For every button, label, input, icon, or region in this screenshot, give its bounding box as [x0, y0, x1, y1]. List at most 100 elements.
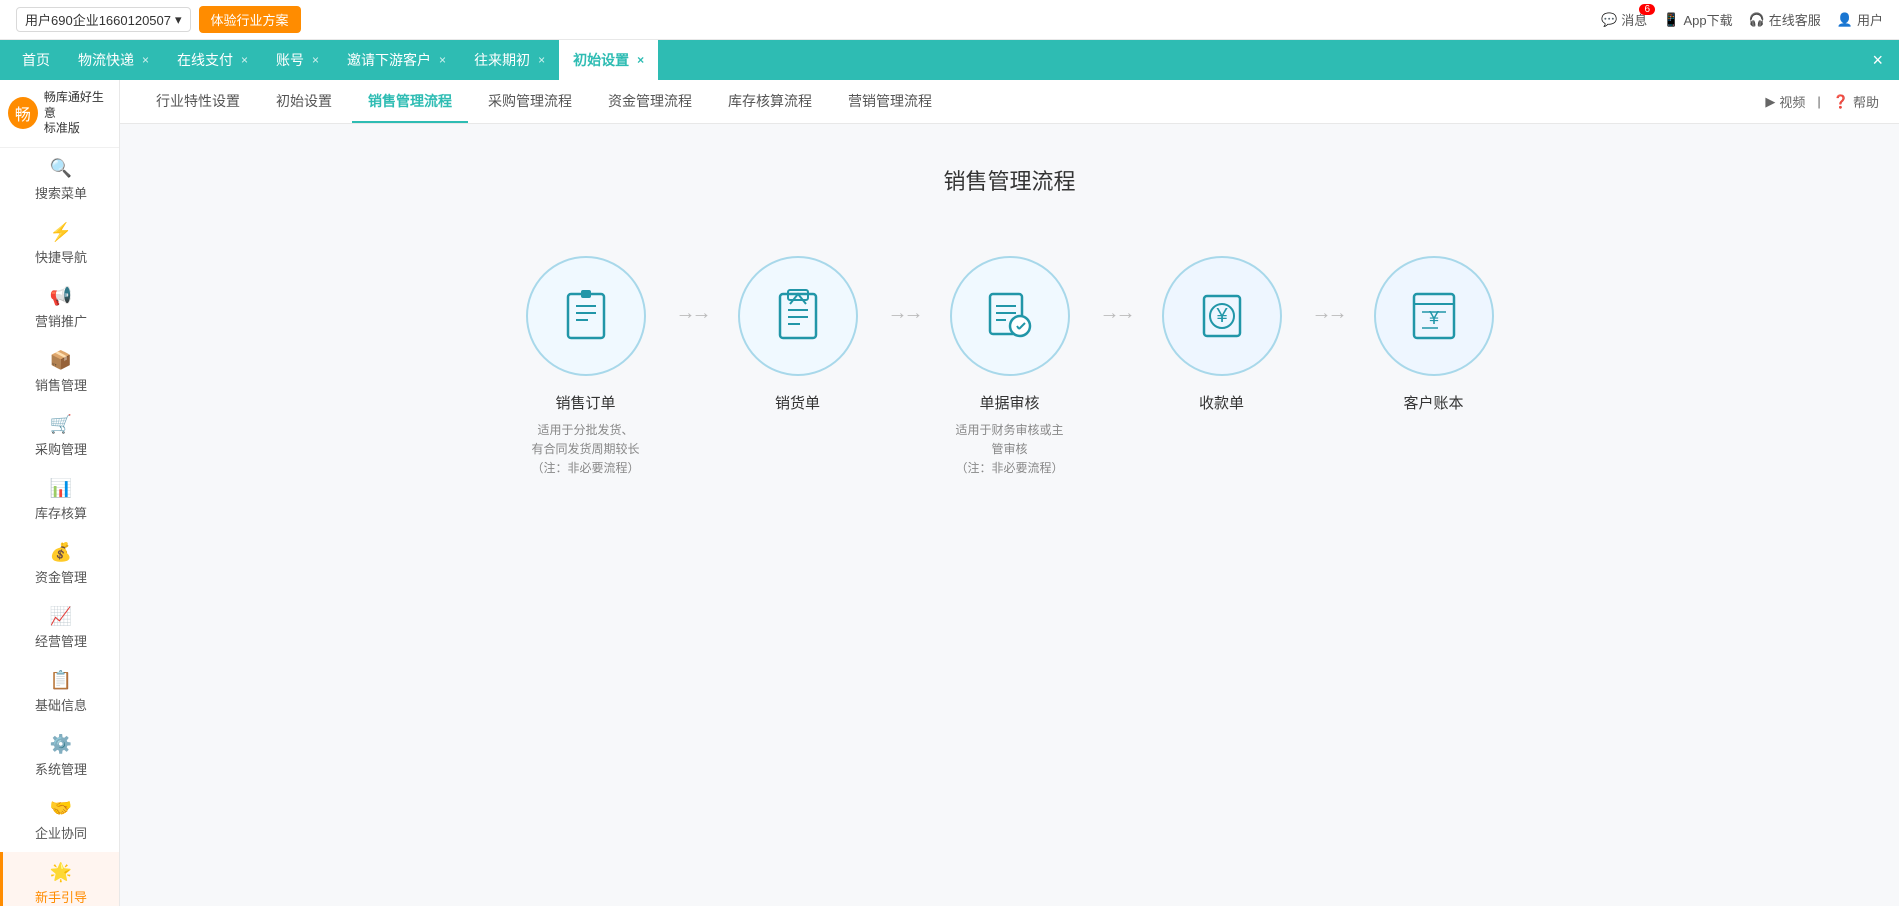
sidebar-item-newbie[interactable]: 🌟 新手引导: [0, 852, 119, 906]
sidebar-finance-label: 资金管理: [35, 567, 87, 586]
sidebar-operations-label: 经营管理: [35, 631, 87, 650]
video-icon: ▶: [1765, 94, 1775, 110]
nav-tab-payment[interactable]: 在线支付 ×: [163, 40, 262, 80]
sub-tab-sales-flow-label: 销售管理流程: [368, 93, 452, 109]
nav-tab-logistics-close[interactable]: ×: [142, 53, 149, 67]
user-avatar-item[interactable]: 👤 用户: [1837, 10, 1883, 29]
sidebar-newbie-label: 新手引导: [35, 887, 87, 906]
sidebar-sales-label: 销售管理: [35, 375, 87, 394]
finance-icon: 💰: [50, 542, 72, 563]
user-selector[interactable]: 用户690企业1660120507 ▾: [16, 7, 191, 32]
nav-tab-invite[interactable]: 邀请下游客户 ×: [333, 40, 460, 80]
top-bar-left: 用户690企业1660120507 ▾ 体验行业方案: [16, 6, 301, 33]
nav-tab-account-close[interactable]: ×: [312, 53, 319, 67]
svg-text:¥: ¥: [1215, 305, 1228, 327]
sidebar-item-collab[interactable]: 🤝 企业协同: [0, 788, 119, 852]
nav-tab-payment-close[interactable]: ×: [241, 53, 248, 67]
online-service-item[interactable]: 🎧 在线客服: [1749, 10, 1821, 29]
help-label: 帮助: [1853, 92, 1879, 111]
help-icon: ❓: [1833, 94, 1849, 110]
service-label: 在线客服: [1769, 10, 1821, 29]
purchase-icon: 🛒: [50, 414, 72, 435]
app-label: App下载: [1683, 10, 1732, 29]
flow-label-2: 销货单: [775, 392, 820, 413]
flow-desc-3: 适用于财务审核或主管审核（注：非必要流程）: [955, 421, 1063, 479]
flow-step-1: 销售订单 适用于分批发货、有合同发货周期较长（注：非必要流程）: [496, 256, 676, 479]
avatar: 👤: [1837, 12, 1853, 28]
sidebar-item-search[interactable]: 🔍 搜索菜单: [0, 148, 119, 212]
message-icon: 💬: [1601, 12, 1617, 28]
logo-title: 畅库通好生意: [44, 90, 111, 121]
nav-tab-init[interactable]: 初始设置 ×: [559, 40, 658, 80]
dropdown-icon: ▾: [175, 12, 182, 28]
nav-tab-account[interactable]: 账号 ×: [262, 40, 333, 80]
nav-tab-period[interactable]: 往来期初 ×: [460, 40, 559, 80]
message-item[interactable]: 💬 消息 6: [1601, 10, 1647, 29]
sidebar-item-purchase[interactable]: 🛒 采购管理: [0, 404, 119, 468]
help-item[interactable]: ❓ 帮助: [1833, 92, 1879, 111]
sidebar-item-quicknav[interactable]: ⚡ 快捷导航: [0, 212, 119, 276]
top-bar-right: 💬 消息 6 📱 App下载 🎧 在线客服 👤 用户: [1601, 10, 1883, 29]
flow-step-5: ¥ 客户账本: [1344, 256, 1524, 421]
main-layout: 畅 畅库通好生意 标准版 🔍 搜索菜单 ⚡ 快捷导航 📢 营销推广 📦 销售管理…: [0, 80, 1899, 906]
trial-button[interactable]: 体验行业方案: [199, 6, 301, 33]
flow-step-4: ¥ 收款单: [1132, 256, 1312, 421]
sidebar-item-finance[interactable]: 💰 资金管理: [0, 532, 119, 596]
sidebar-search-label: 搜索菜单: [35, 183, 87, 202]
video-help-item[interactable]: ▶ 视频: [1765, 92, 1805, 111]
nav-tab-logistics[interactable]: 物流快递 ×: [64, 40, 163, 80]
newbie-icon: 🌟: [50, 862, 72, 883]
sidebar-inventory-label: 库存核算: [35, 503, 87, 522]
sub-tab-inventory-flow[interactable]: 库存核算流程: [712, 81, 828, 123]
sidebar: 畅 畅库通好生意 标准版 🔍 搜索菜单 ⚡ 快捷导航 📢 营销推广 📦 销售管理…: [0, 80, 120, 906]
sidebar-item-inventory[interactable]: 📊 库存核算: [0, 468, 119, 532]
sub-tab-finance-flow[interactable]: 资金管理流程: [592, 81, 708, 123]
quicknav-icon: ⚡: [50, 222, 72, 243]
logo-icon: 畅: [8, 97, 38, 129]
operations-icon: 📈: [50, 606, 72, 627]
logo-subtitle: 标准版: [44, 121, 111, 137]
sub-tab-industry-label: 行业特性设置: [156, 93, 240, 109]
service-icon: 🎧: [1749, 12, 1765, 28]
sub-tab-init[interactable]: 初始设置: [260, 81, 348, 123]
nav-tab-period-close[interactable]: ×: [538, 53, 545, 67]
collab-icon: 🤝: [50, 798, 72, 819]
sidebar-item-system[interactable]: ⚙️ 系统管理: [0, 724, 119, 788]
audit-icon: [982, 288, 1038, 344]
app-download-item[interactable]: 📱 App下载: [1663, 10, 1732, 29]
sidebar-collab-label: 企业协同: [35, 823, 87, 842]
basic-icon: 📋: [50, 670, 72, 691]
sidebar-item-sales[interactable]: 📦 销售管理: [0, 340, 119, 404]
flow-diagram: 销售订单 适用于分批发货、有合同发货周期较长（注：非必要流程） →→: [410, 256, 1610, 479]
sub-tabs: 行业特性设置 初始设置 销售管理流程 采购管理流程 资金管理流程 库存核算流程 …: [120, 80, 1899, 124]
flow-label-1: 销售订单: [555, 392, 615, 413]
sub-tab-marketing-flow[interactable]: 营销管理流程: [832, 81, 948, 123]
sidebar-marketing-label: 营销推广: [35, 311, 87, 330]
search-icon: 🔍: [50, 158, 72, 179]
flow-label-4: 收款单: [1199, 392, 1244, 413]
user-name-label: 用户: [1857, 10, 1883, 29]
nav-tab-init-close[interactable]: ×: [637, 53, 644, 67]
sub-tab-marketing-flow-label: 营销管理流程: [848, 93, 932, 109]
sales-icon: 📦: [50, 350, 72, 371]
message-badge: 6: [1639, 4, 1655, 15]
sidebar-item-operations[interactable]: 📈 经营管理: [0, 596, 119, 660]
nav-tab-home[interactable]: 首页: [8, 40, 64, 80]
nav-tab-invite-close[interactable]: ×: [439, 53, 446, 67]
sub-tab-finance-flow-label: 资金管理流程: [608, 93, 692, 109]
sub-tab-industry[interactable]: 行业特性设置: [140, 81, 256, 123]
sidebar-item-basic[interactable]: 📋 基础信息: [0, 660, 119, 724]
flow-arrow-4: →→: [1312, 256, 1344, 325]
sub-tab-purchase-flow[interactable]: 采购管理流程: [472, 81, 588, 123]
nav-close-all-button[interactable]: ×: [1864, 50, 1891, 71]
marketing-icon: 📢: [50, 286, 72, 307]
sidebar-item-marketing[interactable]: 📢 营销推广: [0, 276, 119, 340]
flow-desc-1: 适用于分批发货、有合同发货周期较长（注：非必要流程）: [531, 421, 639, 479]
sidebar-quicknav-label: 快捷导航: [35, 247, 87, 266]
system-icon: ⚙️: [50, 734, 72, 755]
nav-tab-invite-label: 邀请下游客户: [347, 50, 431, 70]
nav-tab-payment-label: 在线支付: [177, 50, 233, 70]
nav-tab-logistics-label: 物流快递: [78, 50, 134, 70]
page-title: 销售管理流程: [943, 164, 1075, 196]
sub-tab-sales-flow[interactable]: 销售管理流程: [352, 81, 468, 123]
